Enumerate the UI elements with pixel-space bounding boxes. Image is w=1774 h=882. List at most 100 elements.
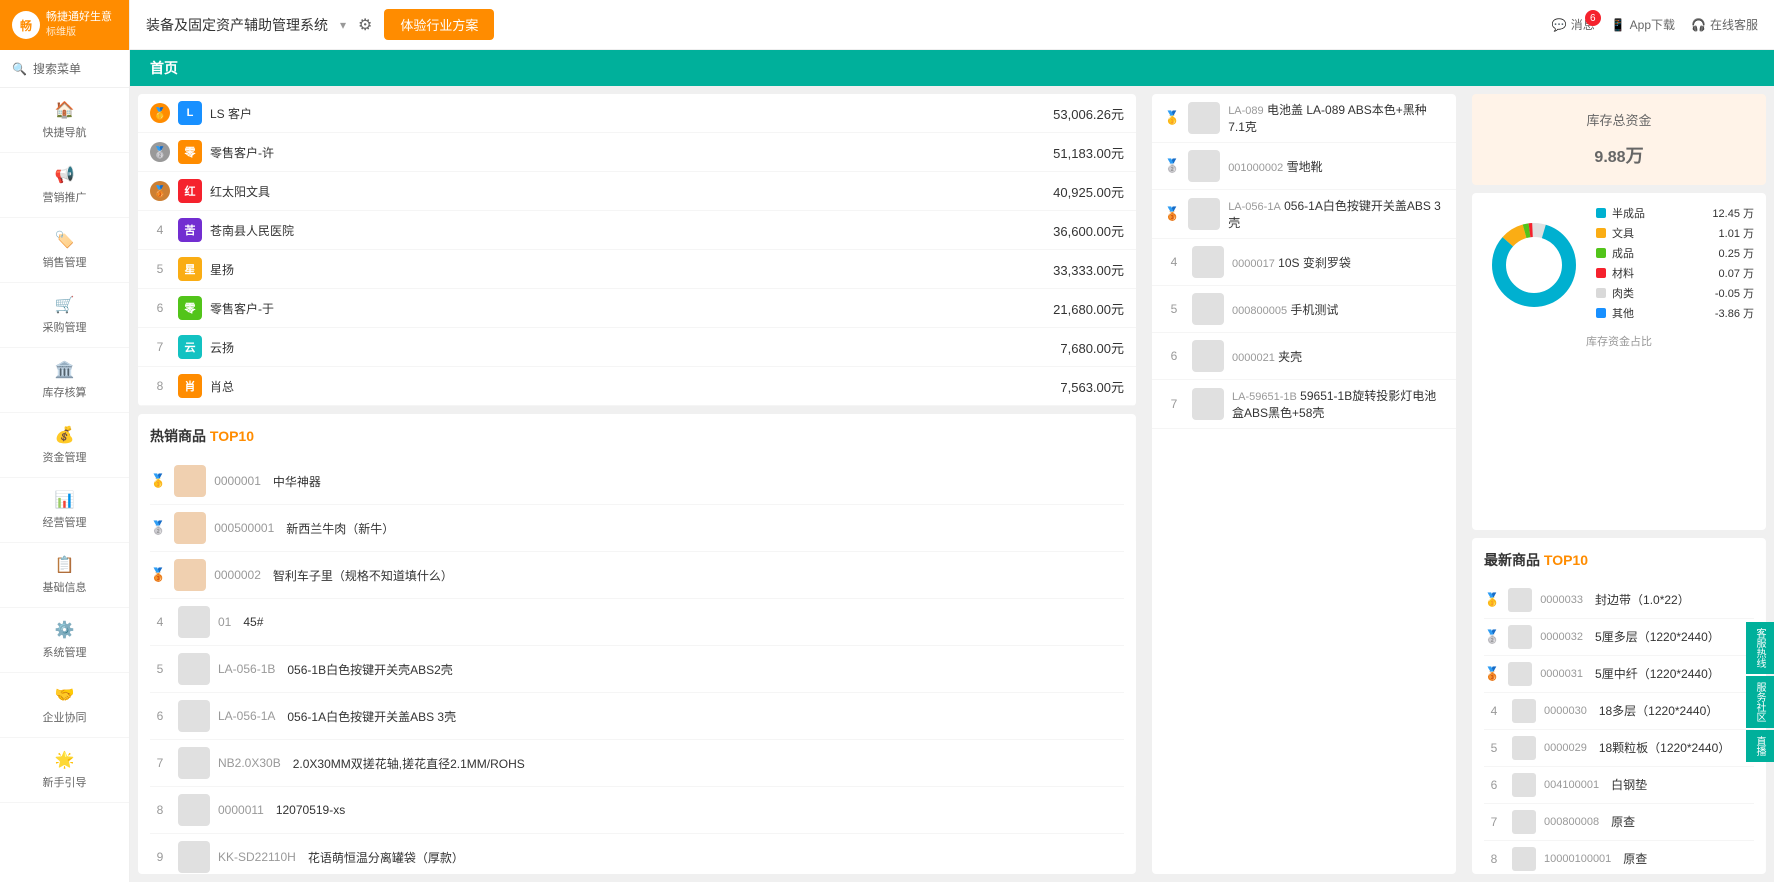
customer-amount: 51,183.00元 bbox=[1053, 143, 1124, 162]
best-sell-section: 🥇 LA-089 电池盖 LA-089 ABS本色+黑种 7.1克 🥈 0010… bbox=[1152, 94, 1456, 874]
customer-avatar: 红 bbox=[178, 179, 202, 203]
customer-avatar: 云 bbox=[178, 335, 202, 359]
rank-gold-icon: 🥇 bbox=[150, 473, 166, 489]
inventory-unit: 万 bbox=[1626, 146, 1644, 166]
customer-row: 🥈 零 零售客户-许 51,183.00元 bbox=[138, 133, 1136, 172]
product-name: 12070519-xs bbox=[276, 803, 345, 817]
mobile-icon: 📱 bbox=[1611, 18, 1626, 32]
sidebar-item-finance[interactable]: 💰 资金管理 bbox=[0, 413, 129, 478]
sidebar-item-enterprise[interactable]: 🤝 企业协同 bbox=[0, 673, 129, 738]
best-sell-row: 7 LA-59651-1B 59651-1B旋转投影灯电池盒ABS黑色+58壳 bbox=[1152, 380, 1456, 429]
best-sell-name: 夹壳 bbox=[1278, 350, 1302, 364]
sidebar-item-system[interactable]: ⚙️ 系统管理 bbox=[0, 608, 129, 673]
topbar: 装备及固定资产辅助管理系统 ▾ ⚙ 体验行业方案 💬 消息 6 📱 App下载 … bbox=[130, 0, 1774, 50]
best-sell-name: 10S 变刹罗袋 bbox=[1278, 256, 1351, 270]
sidebar-item-purchase[interactable]: 🛒 采购管理 bbox=[0, 283, 129, 348]
sidebar-item-sales[interactable]: 🏷️ 销售管理 bbox=[0, 218, 129, 283]
messages-button[interactable]: 💬 消息 6 bbox=[1552, 16, 1595, 33]
product-name: 智利车子里（规格不知道填什么） bbox=[273, 567, 453, 584]
rank-number: 5 bbox=[150, 262, 170, 276]
new-products-list: 🥇 0000033 封边带（1.0*22） 🥈 0000032 5厘多层（122… bbox=[1484, 582, 1754, 875]
best-sell-info: 001000002 雪地靴 bbox=[1228, 158, 1444, 175]
rank-bronze-icon: 🥉 bbox=[150, 567, 166, 583]
enterprise-icon: 🤝 bbox=[55, 685, 75, 705]
product-name: 45# bbox=[243, 615, 263, 629]
sidebar-item-guide[interactable]: 🌟 新手引导 bbox=[0, 738, 129, 803]
new-product-name: 5厘多层（1220*2440） bbox=[1595, 628, 1720, 645]
headset-icon: 🎧 bbox=[1691, 18, 1706, 32]
cs-community-button[interactable]: 服务社区 bbox=[1746, 676, 1774, 728]
best-sell-image bbox=[1192, 340, 1224, 372]
product-code: LA-056-1A bbox=[218, 709, 275, 723]
best-sell-row: 🥇 LA-089 电池盖 LA-089 ABS本色+黑种 7.1克 bbox=[1152, 94, 1456, 143]
new-product-row: 🥉 0000031 5厘中纤（1220*2440） bbox=[1484, 656, 1754, 693]
message-badge: 6 bbox=[1585, 10, 1601, 26]
legend-value: 0.07 万 bbox=[1719, 265, 1754, 281]
legend-item: 其他 -3.86 万 bbox=[1596, 305, 1754, 321]
customer-row: 6 零 零售客户-于 21,680.00元 bbox=[138, 289, 1136, 328]
sidebar-item-quick-nav[interactable]: 🏠 快捷导航 bbox=[0, 88, 129, 153]
try-button[interactable]: 体验行业方案 bbox=[384, 9, 494, 40]
online-service-button[interactable]: 🎧 在线客服 bbox=[1691, 16, 1758, 33]
cs-hotline-button[interactable]: 客服热线 bbox=[1746, 622, 1774, 674]
best-sell-image bbox=[1188, 102, 1220, 134]
product-image-placeholder bbox=[178, 653, 210, 685]
rank-number: 7 bbox=[150, 340, 170, 354]
new-product-image bbox=[1512, 773, 1536, 797]
search-icon: 🔍 bbox=[12, 62, 27, 76]
new-product-name: 18颗粒板（1220*2440） bbox=[1599, 739, 1730, 756]
main-area: 装备及固定资产辅助管理系统 ▾ ⚙ 体验行业方案 💬 消息 6 📱 App下载 … bbox=[130, 0, 1774, 882]
legend-value: 12.45 万 bbox=[1712, 205, 1754, 221]
customer-name: 零售客户-许 bbox=[210, 144, 1045, 161]
new-products-title: 最新商品 TOP10 bbox=[1484, 550, 1754, 570]
rank-number: 6 bbox=[150, 709, 170, 723]
sidebar-item-operations[interactable]: 📊 经营管理 bbox=[0, 478, 129, 543]
best-sell-info: LA-59651-1B 59651-1B旋转投影灯电池盒ABS黑色+58壳 bbox=[1232, 387, 1444, 421]
product-name: 花语萌恒温分离罐袋（厚款） bbox=[308, 849, 464, 866]
app-download-button[interactable]: 📱 App下载 bbox=[1611, 16, 1675, 33]
inventory-value: 9.88万 bbox=[1488, 137, 1750, 169]
rank-number: 8 bbox=[1484, 852, 1504, 866]
new-product-row: 🥈 0000032 5厘多层（1220*2440） bbox=[1484, 619, 1754, 656]
donut-chart bbox=[1484, 215, 1584, 315]
sidebar-item-inventory[interactable]: 🏛️ 库存核算 bbox=[0, 348, 129, 413]
product-image-placeholder bbox=[178, 794, 210, 826]
product-code: 0000002 bbox=[214, 568, 261, 582]
product-image bbox=[174, 559, 206, 591]
new-product-image bbox=[1508, 588, 1532, 612]
sidebar-item-marketing[interactable]: 📢 营销推广 bbox=[0, 153, 129, 218]
hot-product-row: 8 0000011 12070519-xs bbox=[150, 787, 1124, 834]
sidebar-item-basics[interactable]: 📋 基础信息 bbox=[0, 543, 129, 608]
best-sell-code: 0000021 bbox=[1232, 352, 1275, 364]
best-sell-info: 0000021 夹壳 bbox=[1232, 348, 1444, 365]
operations-icon: 📊 bbox=[55, 490, 75, 510]
logo-icon: 畅 bbox=[12, 11, 40, 39]
new-product-row: 5 0000029 18颗粒板（1220*2440） bbox=[1484, 730, 1754, 767]
customer-amount: 7,563.00元 bbox=[1060, 377, 1124, 396]
gear-icon[interactable]: ⚙ bbox=[358, 15, 372, 35]
new-product-code: 0000033 bbox=[1540, 594, 1583, 606]
cs-live-button[interactable]: 直播 bbox=[1746, 730, 1774, 762]
legend-label: 其他 bbox=[1612, 305, 1709, 321]
chart-subtitle: 库存资金占比 bbox=[1484, 333, 1754, 349]
customers-table: 🥇 L LS 客户 53,006.26元 🥈 零 零售客户-许 51,183.0… bbox=[138, 94, 1136, 406]
page-header: 首页 bbox=[130, 50, 1774, 86]
hot-product-row: 7 NB2.0X30B 2.0X30MM双搓花轴,搓花直径2.1MM/ROHS bbox=[150, 740, 1124, 787]
rank-number: 4 bbox=[150, 615, 170, 629]
best-sell-info: 0000017 10S 变刹罗袋 bbox=[1232, 254, 1444, 271]
new-product-image bbox=[1512, 847, 1536, 871]
rank-silver-icon: 🥈 bbox=[1164, 158, 1180, 174]
best-sell-code: LA-59651-1B bbox=[1232, 391, 1297, 403]
product-name: 056-1B白色按键开关壳ABS2壳 bbox=[287, 661, 452, 678]
legend-dot bbox=[1596, 288, 1606, 298]
best-sell-code: LA-056-1A bbox=[1228, 201, 1281, 213]
best-sell-row: 4 0000017 10S 变刹罗袋 bbox=[1152, 239, 1456, 286]
customer-avatar: 零 bbox=[178, 140, 202, 164]
product-code: 000500001 bbox=[214, 521, 274, 535]
customer-row: 7 云 云扬 7,680.00元 bbox=[138, 328, 1136, 367]
best-sell-code: 0000017 bbox=[1232, 258, 1275, 270]
customer-name: 苍南县人民医院 bbox=[210, 222, 1045, 239]
left-panel: 🥇 L LS 客户 53,006.26元 🥈 零 零售客户-许 51,183.0… bbox=[130, 86, 1144, 882]
rank-bronze-icon: 🥉 bbox=[1484, 666, 1500, 682]
sidebar-search[interactable]: 🔍 搜索菜单 bbox=[0, 50, 129, 88]
